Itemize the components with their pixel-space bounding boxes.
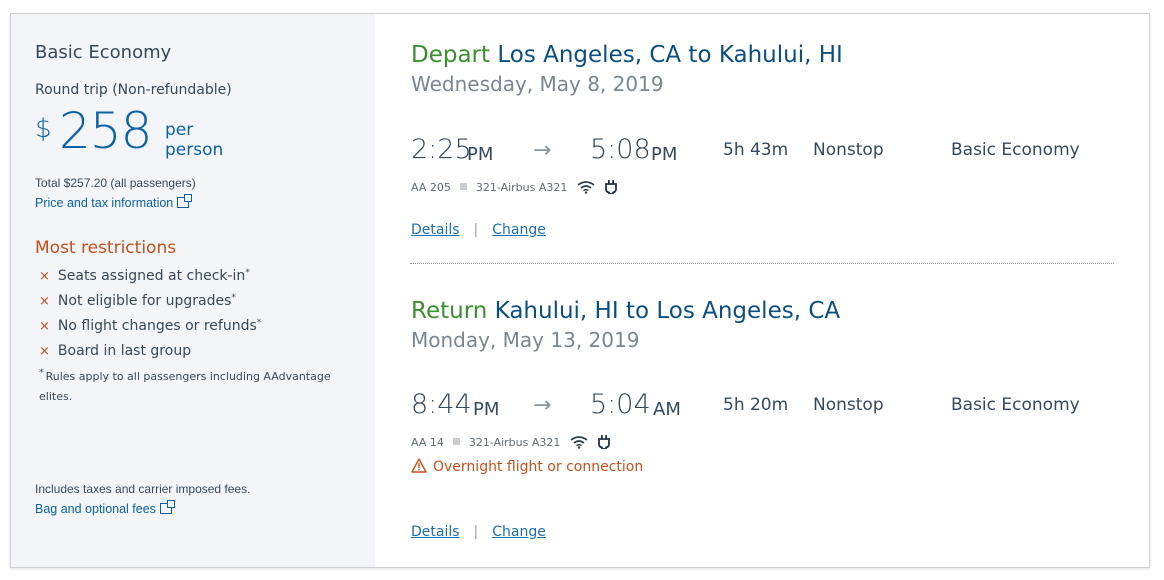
restriction-text: Seats assigned at check-in [57,268,246,284]
segment-title: Depart Los Angeles, CA to Kahului, HI [411,42,1115,68]
flight-duration: 5h 20m [723,395,789,415]
x-icon: × [39,294,50,309]
x-icon: × [39,269,50,284]
arrive-time: 5:08 [590,134,651,165]
rules-note: * Rules apply to all passengers including… [39,363,359,407]
arrive-time: 5:04 [590,389,651,420]
wifi-icon [577,181,595,194]
restrictions-list: × Seats assigned at check-in* × Not eligib… [39,264,261,364]
change-link[interactable]: Change [492,524,546,540]
restriction-text: Board in last group [57,343,192,359]
details-link[interactable]: Details [411,222,460,238]
stops: Nonstop [813,140,884,160]
asterisk: * [231,293,236,303]
wifi-icon [570,436,588,449]
segment-title: Return Kahului, HI to Los Angeles, CA [411,298,1115,324]
itinerary-panel: Depart Los Angeles, CA to Kahului, HI We… [375,14,1149,567]
restriction-item: × Board in last group [39,339,261,364]
asterisk: * [256,318,262,328]
change-link[interactable]: Change [492,222,546,238]
link-separator: | [473,222,479,238]
details-link[interactable]: Details [411,524,460,540]
trip-type: Round trip (Non-refundable) [35,82,232,98]
asterisk: * [39,367,44,378]
arrive-ampm: AM [653,399,681,420]
includes-fees-note: Includes taxes and carrier imposed fees. [35,482,251,496]
total-price: Total $257.20 (all passengers) [35,176,196,190]
segment-direction: Return [411,298,488,324]
restriction-item: × Seats assigned at check-in* [39,264,261,289]
segment-actions: Details | Change [411,524,546,540]
segment-date: Monday, May 13, 2019 [411,328,640,352]
rules-note-text: Rules apply to all passengers including … [39,369,331,403]
flight-info: AA 205 321-Airbus A321 [411,180,618,195]
external-link-icon[interactable] [159,500,175,514]
currency-symbol: $ [35,114,52,144]
overnight-warning: Overnight flight or connection [411,458,643,475]
cabin-class: Basic Economy [951,140,1080,160]
depart-time: 2:25 [411,134,472,165]
flight-info: AA 14 321-Airbus A321 [411,435,611,450]
return-segment: Return Kahului, HI to Los Angeles, CA Mo… [411,298,1115,548]
fare-card: Basic Economy Round trip (Non-refundable… [10,13,1150,568]
separator-square [452,438,460,445]
price-tax-info-link[interactable]: Price and tax information [35,196,173,210]
segment-actions: Details | Change [411,222,546,238]
link-separator: | [473,524,479,540]
bag-fees-link-wrap[interactable]: Bag and optional fees [35,500,175,516]
warning-text: Overnight flight or connection [433,459,644,475]
depart-segment: Depart Los Angeles, CA to Kahului, HI We… [411,42,1115,252]
depart-ampm: PM [473,399,500,420]
separator-square [459,183,467,190]
depart-ampm: PM [467,144,494,165]
power-outlet-icon [605,180,618,195]
segment-route: Kahului, HI to Los Angeles, CA [494,298,841,324]
time-row: 8:44 PM → 5:04 AM 5h 20m Nonstop Basic E… [411,389,1115,429]
segment-date: Wednesday, May 8, 2019 [411,72,664,96]
restrictions-title: Most restrictions [35,238,177,258]
price-amount: 258 [59,102,152,160]
arrive-ampm: PM [651,144,678,165]
stops: Nonstop [813,395,884,415]
arrow-right-icon: → [533,138,552,163]
fare-name: Basic Economy [35,42,172,63]
bag-fees-link[interactable]: Bag and optional fees [35,502,156,516]
aircraft: 321-Airbus A321 [475,181,568,194]
x-icon: × [39,319,50,334]
price-unit: per person [165,120,224,160]
depart-time: 8:44 [411,389,472,420]
cabin-class: Basic Economy [951,395,1080,415]
x-icon: × [39,344,50,359]
fare-summary-panel: Basic Economy Round trip (Non-refundable… [11,14,375,567]
power-outlet-icon [598,435,611,450]
segment-direction: Depart [411,42,491,68]
segment-route: Los Angeles, CA to Kahului, HI [497,42,843,68]
external-link-icon[interactable] [177,194,193,208]
restriction-item: × Not eligible for upgrades* [39,289,261,314]
price-tax-info-link-wrap[interactable]: Price and tax information [35,194,193,210]
warning-icon [411,458,427,473]
flight-number: AA 14 [411,436,444,449]
restriction-item: × No flight changes or refunds* [39,314,261,339]
asterisk: * [245,268,250,278]
arrow-right-icon: → [533,393,552,418]
restriction-text: Not eligible for upgrades [57,293,232,309]
flight-duration: 5h 43m [723,140,789,160]
segment-divider [410,263,1114,264]
flight-number: AA 205 [411,181,451,194]
time-row: 2:25 PM → 5:08 PM 5h 43m Nonstop Basic E… [411,134,1115,174]
restriction-text: No flight changes or refunds [57,318,257,334]
aircraft: 321-Airbus A321 [468,436,561,449]
